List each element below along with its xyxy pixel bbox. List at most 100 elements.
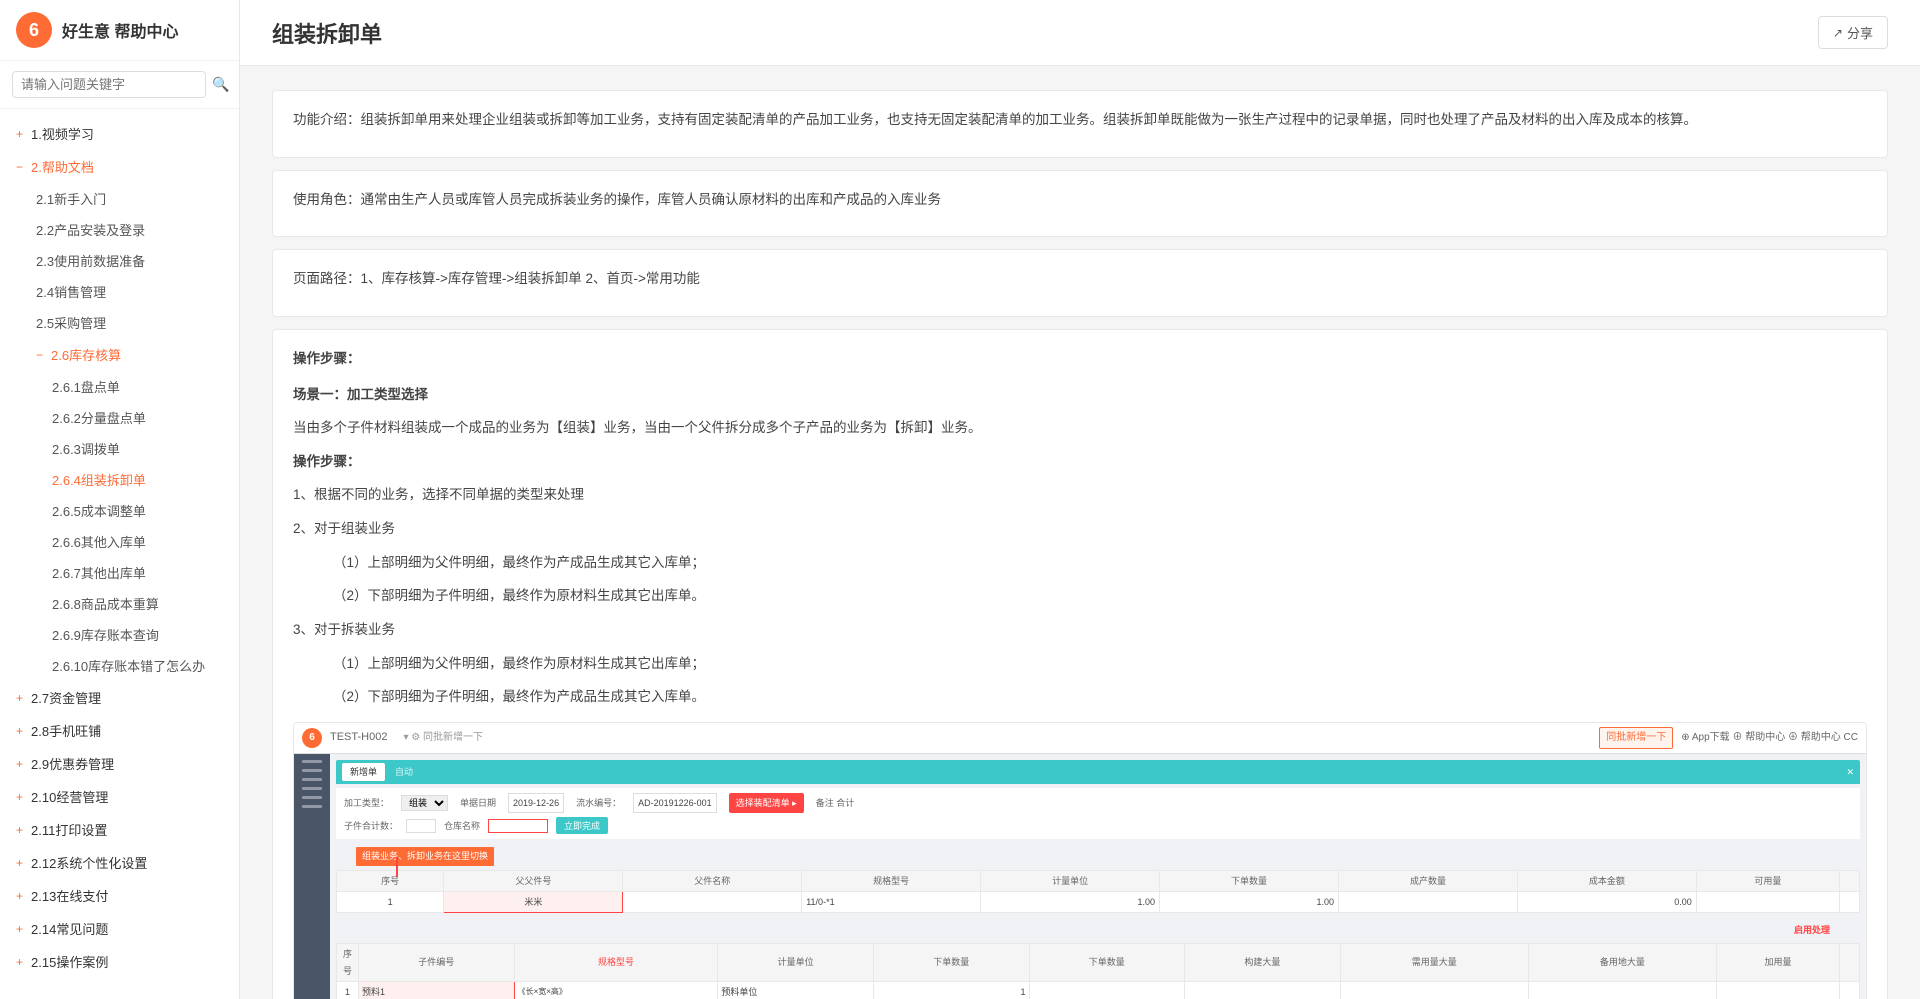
sidebar-item-docs[interactable]: − 2.帮助文档 [0,150,239,183]
tab-newadd: 新增单 [342,763,385,781]
search-button[interactable]: 🔍 [212,76,229,93]
th-code: 父父件号 [444,870,623,891]
th-sub-code: 子件编号 [359,944,515,981]
share-button[interactable]: ↗ 分享 [1818,16,1888,49]
th-sub-unit: 计量单位 [718,944,874,981]
sidebar-item-cost[interactable]: 2.6.5成本调整单 [0,495,239,526]
sidebar-item-mobile[interactable]: + 2.8手机旺铺 [0,714,239,747]
plus-icon-ops: + [16,790,23,804]
sidebar-item-video[interactable]: + 1.视频学习 [0,117,239,150]
screenshot-upper-table: 序号 父父件号 父件名称 规格型号 计量单位 下单数量 成产数量 成本金额 [336,870,1860,913]
form-type-label: 加工类型： [344,795,389,811]
th-order-qty: 下单数量 [1160,870,1339,891]
scenario-title: 场景一：加工类型选择 [293,382,1867,408]
icon-bar-item [302,769,322,772]
plus-icon-coupon: + [16,757,23,771]
icon-bar-item [302,778,322,781]
screenshot-body: 新增单 自动 ✕ 加工类型： [294,754,1866,999]
scenario-desc: 当由多个子件材料组装成一个成品的业务为【组装】业务，当由一个父件拆分成多个子产品… [293,415,1867,441]
app-title: 好生意 帮助中心 [62,18,178,42]
step2-1: （1）上部明细为父件明细，最终作为产成品生成其它入库单； [333,550,1867,576]
step3-1: （1）上部明细为父件明细，最终作为原材料生成其它出库单； [333,651,1867,677]
sidebar-item-finance[interactable]: + 2.7资金管理 [0,681,239,714]
sidebar-item-install[interactable]: 2.2产品安装及登录 [0,214,239,245]
form-confirm-btn: 立即完成 [556,817,608,834]
steps-title: 操作步骤： [293,346,1867,372]
app-logo: 6 [16,12,52,48]
sidebar-item-newcomer[interactable]: 2.1新手入门 [0,183,239,214]
main-header: 组装拆卸单 ↗ 分享 [240,0,1920,66]
td-unit-1: 1.00 [981,891,1160,912]
plus-icon: + [16,127,23,141]
sidebar-item-other-in[interactable]: 2.6.6其他入库单 [0,526,239,557]
plus-icon-cases: + [16,955,23,969]
icon-bar-item [302,760,322,763]
plus-icon-print: + [16,823,23,837]
td-spec-1: 11/0-*1 [802,891,981,912]
th-sub-use: 加用量 [1716,944,1839,981]
th-sub-spec: 规格型号 [514,944,718,981]
th-sub-need: 需用量大量 [1340,944,1528,981]
sidebar-item-faq[interactable]: + 2.14常见问题 [0,912,239,945]
annotation-enable: 启用处理 [1794,925,1830,935]
td-cost-1: 0.00 [1517,891,1696,912]
icon-bar-item [302,787,322,790]
screenshot-close: ✕ [1846,764,1854,780]
role-card: 使用角色：通常由生产人员或库管人员完成拆装业务的操作，库管人员确认原材料的出库和… [272,170,1888,238]
role-text: 使用角色：通常由生产人员或库管人员完成拆装业务的操作，库管人员确认原材料的出库和… [293,187,1867,213]
sidebar-item-cost-recalc[interactable]: 2.6.8商品成本重算 [0,588,239,619]
form-sub-count: 子件合计数： [344,818,398,834]
td-sub-qty2-1 [1029,981,1185,999]
sidebar-item-operations[interactable]: + 2.10经营管理 [0,780,239,813]
content-area: 功能介绍：组装拆卸单用来处理企业组装或拆卸等加工业务，支持有固定装配清单的产品加… [240,66,1920,999]
th-name: 父件名称 [623,870,802,891]
intro-text: 功能介绍：组装拆卸单用来处理企业组装或拆卸等加工业务，支持有固定装配清单的产品加… [293,107,1867,133]
step2: 2、对于组装业务 [293,516,1867,542]
td-order-1: 1.00 [1160,891,1339,912]
form-stock-label: 仓库名称 [444,818,480,834]
th-action [1840,870,1860,891]
sidebar-item-adjust[interactable]: 2.6.3调拨单 [0,433,239,464]
sidebar-header: 6 好生意 帮助中心 [0,0,239,61]
th-sub-qty2: 下单数量 [1029,944,1185,981]
td-sub-spec-1: 《长×宽×高》 [514,981,718,999]
annotation-area2: 启用处理 [336,917,1860,941]
td-avail-1 [1696,891,1839,912]
plus-icon-mobile: + [16,724,23,738]
sidebar-item-split[interactable]: 2.6.2分量盘点单 [0,402,239,433]
sidebar-item-prepare[interactable]: 2.3使用前数据准备 [0,245,239,276]
screenshot-topbar: 6 TEST-H002 ▾ ⚙ 同批新增一下 同批新增一下 ⊕ App下载 ⊕ … [294,723,1866,754]
minus-icon-inventory: − [36,348,43,362]
sidebar-item-customize[interactable]: + 2.12系统个性化设置 [0,846,239,879]
annotation-area1: 组装业务、拆卸业务在这里切换 [336,843,1860,867]
step2-2: （2）下部明细为子件明细，最终作为原材料生成其它出库单。 [333,583,1867,609]
screenshot-wrapper: 6 TEST-H002 ▾ ⚙ 同批新增一下 同批新增一下 ⊕ App下载 ⊕ … [294,723,1866,999]
td-seq-1: 1 [337,891,444,912]
search-input[interactable] [12,71,206,98]
th-sub-act [1840,944,1860,981]
sidebar-item-print[interactable]: + 2.11打印设置 [0,813,239,846]
arrow-line1 [396,857,398,877]
screenshot-iconbar [294,754,330,999]
td-sub-seq-1: 1 [337,981,359,999]
screenshot-form-header: 加工类型： 组装 单据日期 2019-12-26 流水编号： AD-201912… [336,788,1860,839]
path-text: 页面路径：1、库存核算->库存管理->组装拆卸单 2、首页->常用功能 [293,266,1867,292]
sidebar-item-cases[interactable]: + 2.15操作案例 [0,945,239,978]
sidebar-item-inventory[interactable]: − 2.6库存核算 [0,338,239,371]
sidebar-item-sales[interactable]: 2.4销售管理 [0,276,239,307]
sidebar-item-stock-error[interactable]: 2.6.10库存账本错了怎么办 [0,650,239,681]
th-sub-seq: 序号 [337,944,359,981]
sidebar-item-purchase[interactable]: 2.5采购管理 [0,307,239,338]
sidebar-item-other-out[interactable]: 2.6.7其他出库单 [0,557,239,588]
sidebar-item-stocktake[interactable]: 2.6.1盘点单 [0,371,239,402]
form-stock-input [488,819,548,833]
screenshot-breadcrumb: TEST-H002 [330,728,387,748]
th-avail: 可用量 [1696,870,1839,891]
sidebar-item-stock-query[interactable]: 2.6.9库存账本查询 [0,619,239,650]
sidebar-item-assembly[interactable]: 2.6.4组装拆卸单 [0,464,239,495]
sidebar-item-coupon[interactable]: + 2.9优惠券管理 [0,747,239,780]
sidebar-item-payment[interactable]: + 2.13在线支付 [0,879,239,912]
th-unit: 计量单位 [981,870,1160,891]
td-sub-reserve-1 [1528,981,1716,999]
td-produce-1 [1338,891,1517,912]
